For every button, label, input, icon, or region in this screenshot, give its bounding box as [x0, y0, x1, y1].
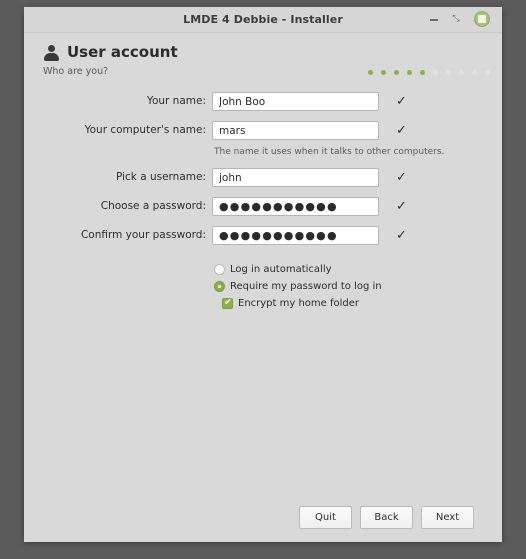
progress-dot — [420, 70, 425, 75]
username-label: Pick a username: — [115, 171, 206, 183]
user-icon-head — [48, 45, 55, 52]
option-row-encrypt-home[interactable]: ✔ Encrypt my home folder — [24, 295, 502, 312]
page-header: User account Who are you? — [24, 33, 502, 85]
progress-dot — [368, 70, 373, 75]
field-row-password: Choose a password: ✓ — [24, 194, 502, 219]
require-password-label: Require my password to log in — [230, 281, 382, 292]
window-footer: Quit Back Next — [24, 506, 502, 530]
your-name-label: Your name: — [146, 95, 206, 107]
computer-name-input[interactable] — [212, 121, 379, 140]
desktop-background: LMDE 4 Debbie - Installer ⤡ User account… — [0, 0, 526, 559]
next-button[interactable]: Next — [421, 506, 474, 529]
checkmark-icon: ✔ — [224, 297, 232, 308]
your-name-valid-icon: ✓ — [396, 94, 407, 109]
option-row-require-password[interactable]: Require my password to log in — [24, 278, 502, 295]
progress-indicator — [368, 70, 490, 75]
user-account-form: Your name: ✓ Your computer's name: ✓ The… — [24, 89, 502, 252]
window-titlebar[interactable]: LMDE 4 Debbie - Installer ⤡ — [24, 7, 502, 33]
username-input[interactable] — [212, 168, 379, 187]
back-button[interactable]: Back — [360, 506, 413, 529]
close-icon — [478, 14, 486, 23]
quit-button[interactable]: Quit — [299, 506, 352, 529]
close-button[interactable] — [474, 11, 490, 27]
user-icon — [43, 45, 60, 62]
maximize-button[interactable]: ⤡ — [449, 12, 464, 27]
encrypt-home-label: Encrypt my home folder — [238, 298, 360, 309]
installer-window: LMDE 4 Debbie - Installer ⤡ User account… — [24, 7, 502, 542]
your-name-input[interactable] — [212, 92, 379, 111]
confirm-password-valid-icon: ✓ — [396, 228, 407, 243]
progress-dot — [472, 70, 477, 75]
password-label: Choose a password: — [100, 200, 206, 212]
login-automatically-label: Log in automatically — [230, 264, 332, 275]
user-icon-body — [44, 53, 59, 61]
window-content: User account Who are you? Your name: Joh… — [24, 33, 502, 542]
field-row-your-name: Your name: ✓ — [24, 89, 502, 114]
minimize-icon — [430, 19, 438, 21]
computer-name-label: Your computer's name: — [84, 124, 206, 136]
login-options: Log in automatically Require my password… — [24, 261, 502, 312]
maximize-icon: ⤡ — [452, 14, 460, 24]
page-title: User account — [67, 43, 178, 61]
encrypt-home-checkbox[interactable]: ✔ — [222, 297, 233, 309]
confirm-password-label: Confirm your password: — [80, 229, 206, 241]
computer-name-hint: The name it uses when it talks to other … — [214, 147, 445, 157]
computer-name-valid-icon: ✓ — [396, 123, 407, 138]
progress-dot — [446, 70, 451, 75]
minimize-button[interactable] — [427, 12, 442, 27]
progress-dot — [407, 70, 412, 75]
field-row-confirm-password: Confirm your password: ✓ — [24, 223, 502, 248]
password-input[interactable] — [212, 197, 379, 216]
field-row-computer-name: Your computer's name: ✓ — [24, 118, 502, 143]
confirm-password-input[interactable] — [212, 226, 379, 245]
progress-dot — [459, 70, 464, 75]
progress-dot — [485, 70, 490, 75]
progress-dot — [381, 70, 386, 75]
username-valid-icon: ✓ — [396, 170, 407, 185]
progress-dot — [394, 70, 399, 75]
field-row-username: Pick a username: ✓ — [24, 165, 502, 190]
password-valid-icon: ✓ — [396, 199, 407, 214]
hint-row: The name it uses when it talks to other … — [24, 147, 502, 163]
require-password-radio[interactable] — [214, 281, 225, 292]
login-automatically-radio[interactable] — [214, 264, 225, 275]
page-subtitle: Who are you? — [43, 66, 109, 77]
progress-dot — [433, 70, 438, 75]
option-row-login-automatically[interactable]: Log in automatically — [24, 261, 502, 278]
